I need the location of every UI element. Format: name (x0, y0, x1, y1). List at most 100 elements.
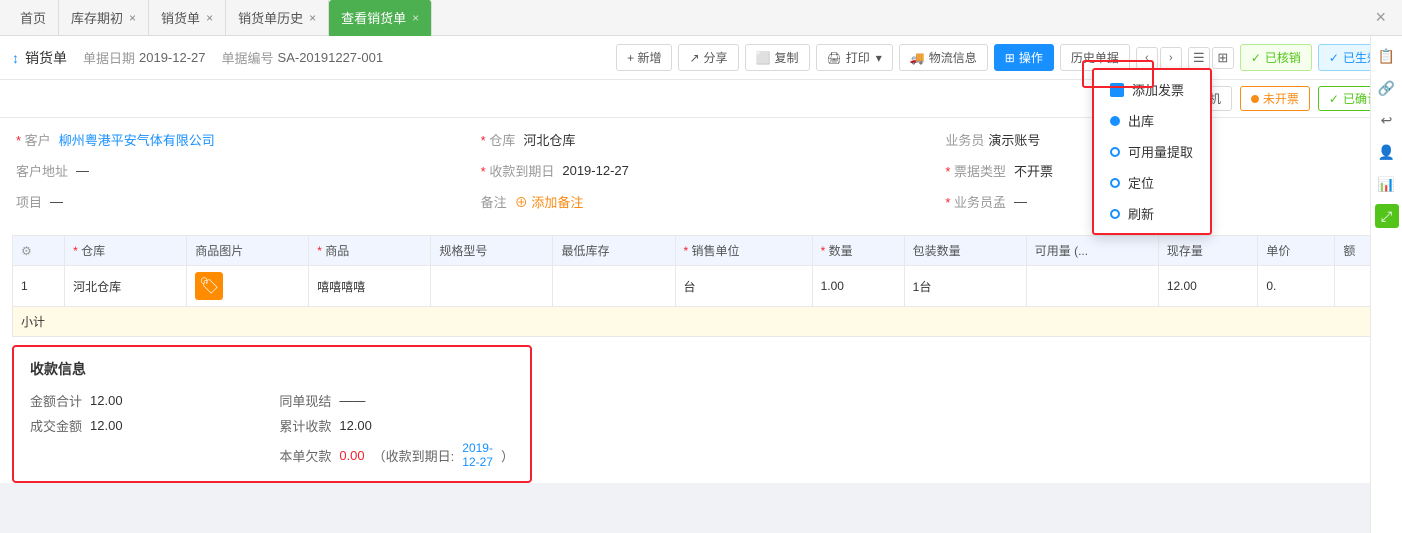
sidebar-icon-3[interactable]: ↩ (1375, 108, 1399, 132)
menu-refresh[interactable]: 刷新 (1094, 198, 1210, 229)
address-label: 客户地址 (16, 161, 68, 180)
outbound-icon (1110, 116, 1120, 126)
print-button[interactable]: 🖨 打印 ▾ (816, 44, 893, 71)
date-value: 2019-12-27 (139, 50, 206, 65)
ticket-type-value: 不开票 (1014, 161, 1053, 180)
add-note-button[interactable]: ⊕ 添加备注 (515, 192, 584, 211)
history-button[interactable]: 历史单据 (1060, 44, 1130, 71)
col-quantity: * 数量 (812, 236, 904, 266)
tab-view-sales-close[interactable]: × (412, 11, 419, 25)
col-product: * 商品 (309, 236, 431, 266)
sidebar-icon-5[interactable]: 📊 (1375, 172, 1399, 196)
next-button[interactable]: › (1160, 47, 1182, 69)
settings-icon[interactable]: ⚙ (21, 244, 32, 258)
row-spec (431, 266, 553, 307)
date-label: 单据日期 (83, 48, 135, 67)
prev-button[interactable]: ‹ (1136, 47, 1158, 69)
check-icon2: ✓ (1329, 51, 1339, 65)
row-min-stock (553, 266, 675, 307)
same-order-label: 同单现结 (279, 391, 331, 410)
row-available (1026, 266, 1158, 307)
orange-dot (1251, 95, 1259, 103)
tab-home[interactable]: 首页 (8, 0, 59, 36)
row-quantity: 1.00 (812, 266, 904, 307)
cumulative-receipt-label: 累计收款 (279, 416, 331, 435)
row-seq: 1 (13, 266, 65, 307)
list-view-button[interactable]: ☰ (1188, 47, 1210, 69)
col-unit-price: 单价 (1258, 236, 1335, 266)
tab-sales-close[interactable]: × (206, 11, 213, 25)
tab-view-sales[interactable]: 查看销货单 × (329, 0, 432, 36)
warehouse-value: 河北仓库 (523, 130, 575, 149)
sales-staff-label: 业务员孟 (945, 192, 1006, 211)
sidebar-icon-4[interactable]: 👤 (1375, 140, 1399, 164)
project-field: 项目 — (16, 192, 457, 211)
sidebar-icon-2[interactable]: 🔗 (1375, 76, 1399, 100)
cumulative-receipt-row: 累计收款 12.00 (279, 416, 514, 435)
total-amount-value: 12.00 (90, 393, 123, 408)
check-mark: ✓ (1329, 92, 1339, 106)
due-date-label: 收款到期日 (481, 161, 555, 180)
share-button[interactable]: ↗ 分享 (678, 44, 738, 71)
operations-button[interactable]: ⊞ 操作 (994, 44, 1054, 71)
col-settings: ⚙ (13, 236, 65, 266)
nav-arrows: ‹ › (1136, 47, 1182, 69)
number-value: SA-20191227-001 (278, 50, 384, 65)
grid-view-button[interactable]: ⊞ (1212, 47, 1234, 69)
customer-field: 客户 柳州粤港平安气体有限公司 (16, 130, 457, 149)
warehouse-field: 仓库 河北仓库 (481, 130, 922, 149)
current-owed-label: 本单欠款 (279, 446, 331, 465)
total-amount-row: 金额合计 12.00 (30, 391, 255, 410)
menu-outbound[interactable]: 出库 (1094, 105, 1210, 136)
sidebar-icon-expand[interactable]: ⤢ (1375, 204, 1399, 228)
new-button[interactable]: + 新增 (616, 44, 672, 71)
col-current-stock: 现存量 (1158, 236, 1258, 266)
total-amount-label: 金额合计 (30, 391, 82, 410)
menu-available-qty[interactable]: 可用量提取 (1094, 136, 1210, 167)
same-order-row: 同单现结 —— (279, 391, 514, 410)
row-product-image: 🏷 (187, 266, 309, 307)
copy-button[interactable]: ⬜ 复制 (745, 44, 810, 71)
row-warehouse: 河北仓库 (65, 266, 187, 307)
logistics-button[interactable]: 🚚 物流信息 (899, 44, 988, 71)
customer-label: 客户 (16, 130, 51, 149)
due-date-note-date: 2019-12-27 (462, 441, 493, 469)
transaction-amount-value: 12.00 (90, 418, 123, 433)
tab-sales-history[interactable]: 销货单历史 × (226, 0, 329, 36)
current-owed-row: 本单欠款 0.00 （收款到期日: 2019-12-27 ） (279, 441, 514, 469)
tab-inventory[interactable]: 库存期初 × (59, 0, 149, 36)
col-product-image: 商品图片 (187, 236, 309, 266)
add-invoice-icon (1110, 83, 1124, 97)
due-date-note: （收款到期日: (373, 446, 455, 465)
row-product: 嘻嘻嘻嘻 (309, 266, 431, 307)
due-date-note-end: ） (501, 446, 514, 465)
transaction-amount-row: 成交金额 12.00 (30, 416, 255, 435)
menu-add-invoice[interactable]: 添加发票 (1094, 74, 1210, 105)
payment-grid: 金额合计 12.00 同单现结 —— 成交金额 12.00 累计收款 12.00 (30, 391, 514, 469)
refresh-icon (1110, 209, 1120, 219)
due-date-value: 2019-12-27 (562, 163, 629, 178)
col-available: 可用量 (... (1026, 236, 1158, 266)
product-image-icon: 🏷 (195, 272, 223, 300)
right-sidebar: 📋 🔗 ↩ 👤 📊 ⤢ (1370, 36, 1402, 533)
customer-value[interactable]: 柳州粤港平安气体有限公司 (59, 130, 215, 149)
staff-value: 演示账号 (988, 130, 1040, 149)
tab-sales[interactable]: 销货单 × (149, 0, 226, 36)
print-icon: 🖨 (827, 51, 842, 65)
items-table: ⚙ * 仓库 商品图片 * 商品 规格型号 最低库存 * 销售单位 * 数量 包… (12, 235, 1390, 337)
subtotal-row: 小计 (13, 307, 1390, 337)
window-close-button[interactable]: × (1367, 7, 1394, 28)
voided-status[interactable]: ✓ 已核销 (1240, 44, 1312, 71)
form-header-right: + 新增 ↗ 分享 ⬜ 复制 🖨 打印 ▾ 🚚 物流信息 (616, 44, 1390, 71)
cumulative-receipt-value: 12.00 (339, 418, 372, 433)
same-order-value: —— (339, 393, 365, 408)
menu-locate[interactable]: 定位 (1094, 167, 1210, 198)
sidebar-icon-1[interactable]: 📋 (1375, 44, 1399, 68)
row-unit-price: 0. (1258, 266, 1335, 307)
tab-inventory-close[interactable]: × (129, 11, 136, 25)
not-opened-button[interactable]: 未开票 (1240, 86, 1310, 111)
tab-sales-history-close[interactable]: × (309, 11, 316, 25)
row-current-stock: 12.00 (1158, 266, 1258, 307)
payment-section: 收款信息 金额合计 12.00 同单现结 —— 成交金额 12.00 累计收款 … (12, 345, 532, 483)
address-value: — (76, 163, 89, 178)
